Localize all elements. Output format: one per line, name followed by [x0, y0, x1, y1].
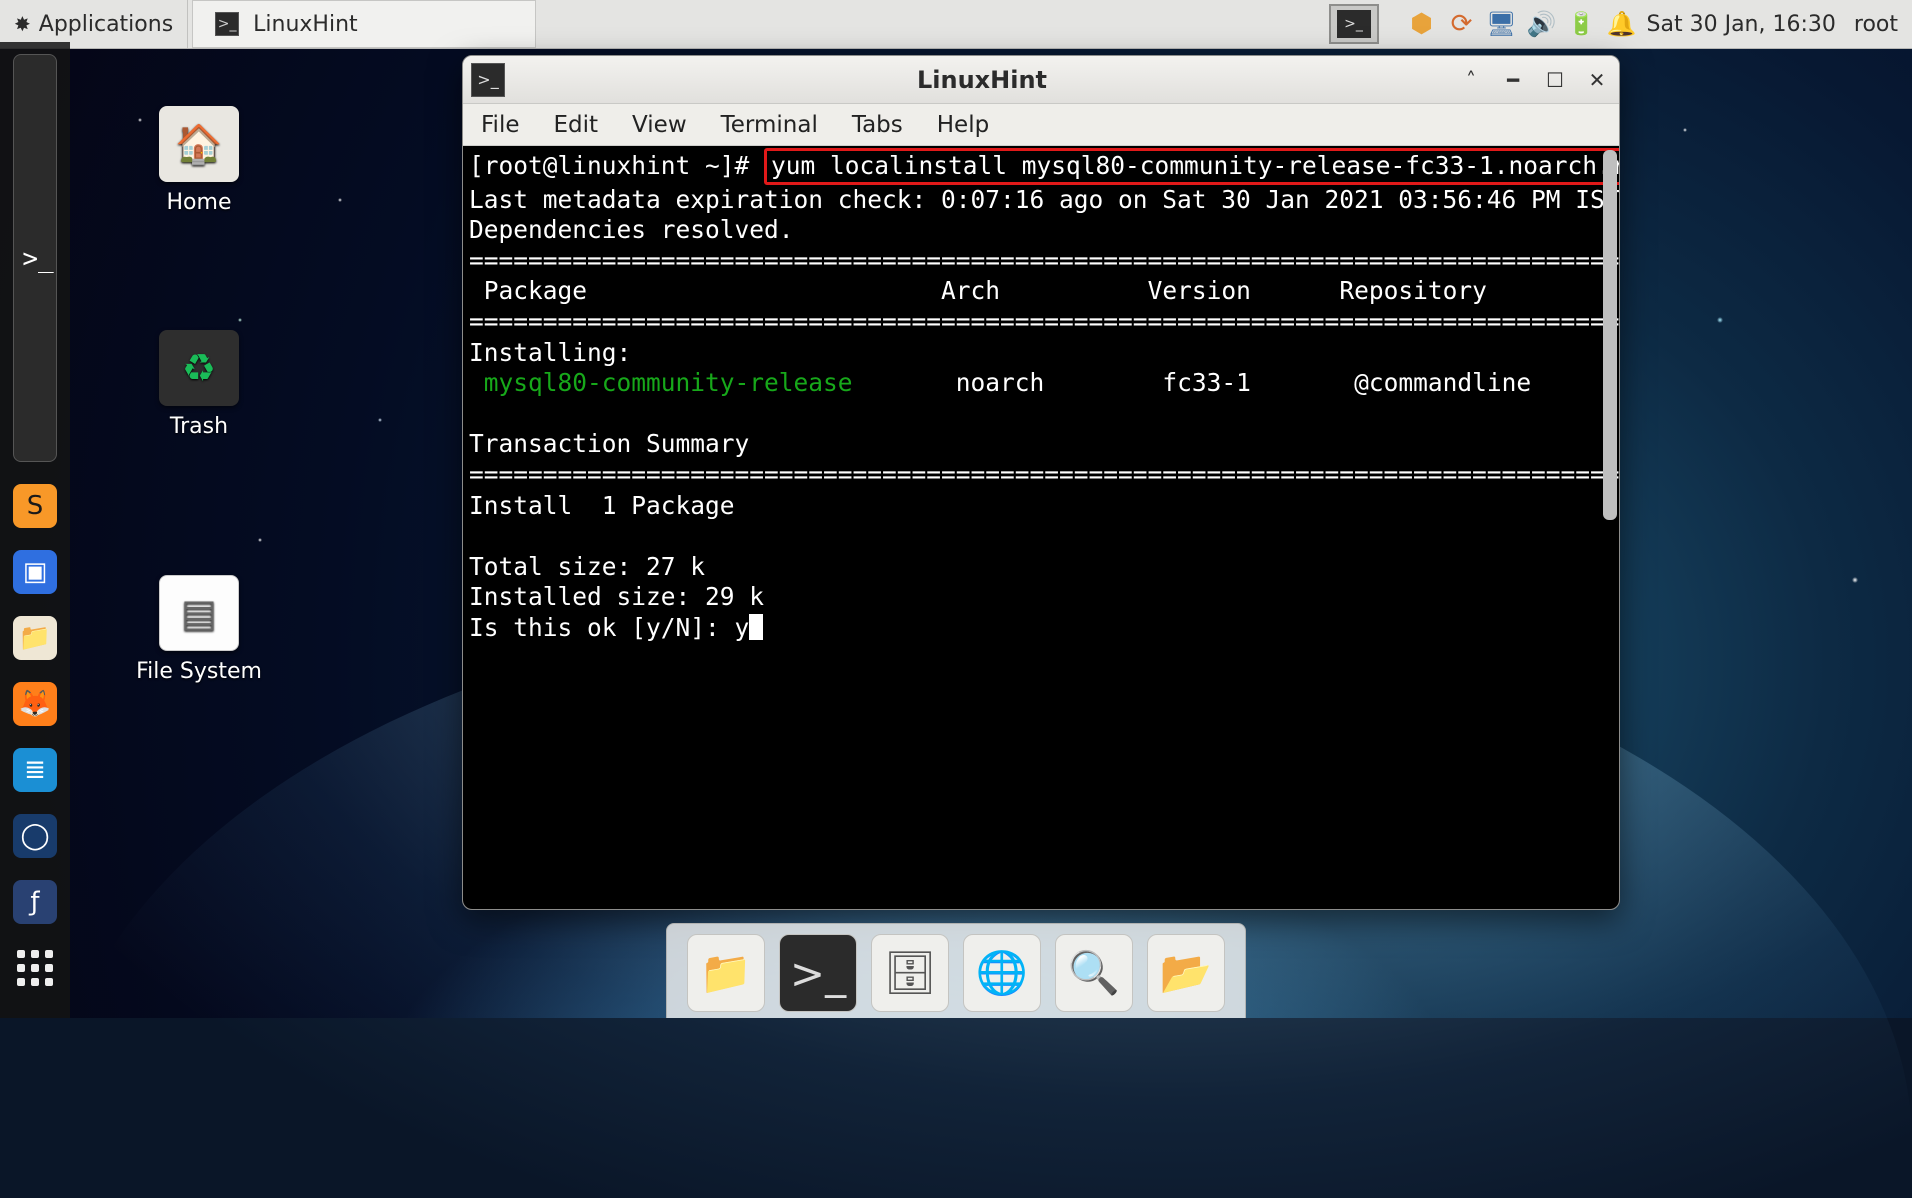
applications-label: Applications	[39, 12, 173, 37]
terminal-command-highlight: yum localinstall mysql80-community-relea…	[764, 148, 1619, 185]
menu-terminal[interactable]: Terminal	[721, 112, 818, 138]
dock-folder[interactable]: 📂	[1147, 934, 1225, 1012]
volume-icon[interactable]: 🔊	[1527, 9, 1557, 39]
terminal-rule: ========================================…	[469, 246, 1619, 275]
col-repo: Repository	[1339, 276, 1487, 305]
col-package: Package	[484, 276, 587, 305]
dock-sublime[interactable]: S	[13, 484, 57, 528]
terminal-window: >_ LinuxHint ˄ ━ ☐ ✕ File Edit View Term…	[462, 55, 1620, 910]
app-grid-button[interactable]	[13, 946, 57, 990]
menu-file[interactable]: File	[481, 112, 520, 138]
terminal-icon: >_	[215, 12, 239, 36]
package-arch: noarch	[956, 368, 1045, 397]
total-size-line: Total size: 27 k	[469, 552, 705, 581]
dock-writer[interactable]: ≣	[13, 748, 57, 792]
home-folder-icon: 🏠	[159, 106, 239, 182]
terminal-icon: >_	[1337, 10, 1371, 38]
display-icon[interactable]: 🖥	[1487, 9, 1517, 39]
sync-icon[interactable]: ⟳	[1447, 9, 1477, 39]
terminal-prompt: [root@linuxhint ~]#	[469, 151, 749, 180]
applications-icon: ✸	[14, 12, 31, 36]
terminal-rule: ========================================…	[469, 307, 1619, 336]
terminal-line: Dependencies resolved.	[469, 215, 794, 244]
terminal-cursor	[749, 614, 763, 640]
bottom-dock: 📁 >_ 🗄 🌐 🔍 📂	[666, 923, 1246, 1018]
menu-view[interactable]: View	[632, 112, 687, 138]
dock-terminal[interactable]: >_	[13, 54, 57, 462]
notifications-icon[interactable]: 🔔	[1607, 9, 1637, 39]
window-close-button[interactable]: ✕	[1583, 66, 1611, 94]
dock-disks[interactable]: 🗄	[871, 934, 949, 1012]
trash-icon: ♻	[159, 330, 239, 406]
installing-label: Installing:	[469, 338, 631, 367]
window-shade-button[interactable]: ˄	[1457, 66, 1485, 94]
terminal-rule: ========================================…	[469, 460, 1619, 489]
desktop-icon-label: Home	[124, 190, 274, 215]
window-title: LinuxHint	[515, 66, 1449, 94]
confirm-prompt: Is this ok [y/N]:	[469, 613, 735, 642]
applications-menu[interactable]: ✸ Applications	[0, 0, 187, 48]
menu-tabs[interactable]: Tabs	[852, 112, 903, 138]
transaction-summary-label: Transaction Summary	[469, 429, 749, 458]
dock-web-browser[interactable]: 🌐	[963, 934, 1041, 1012]
package-name: mysql80-community-release	[484, 368, 853, 397]
dock-documents[interactable]: 📁	[687, 934, 765, 1012]
package-version: fc33-1	[1162, 368, 1251, 397]
window-app-icon: >_	[471, 63, 505, 97]
drive-icon: ▤	[159, 575, 239, 651]
package-repo: @commandline	[1354, 368, 1531, 397]
terminal-menubar: File Edit View Terminal Tabs Help	[463, 104, 1619, 146]
taskbar-item-terminal[interactable]: >_ LinuxHint	[192, 0, 536, 48]
col-version: Version	[1148, 276, 1251, 305]
installed-size-line: Installed size: 29 k	[469, 582, 764, 611]
window-maximize-button[interactable]: ☐	[1541, 66, 1569, 94]
left-dock: >_ S ▣ 📁 🦊 ≣ ◯ ƒ	[0, 42, 70, 1018]
terminal-line: Last metadata expiration check: 0:07:16 …	[469, 185, 1619, 214]
dock-terminal-bottom[interactable]: >_	[779, 934, 857, 1012]
dock-screenshot[interactable]: ▣	[13, 550, 57, 594]
clock[interactable]: Sat 30 Jan, 16:30	[1647, 12, 1836, 37]
menu-edit[interactable]: Edit	[554, 112, 599, 138]
package-updates-icon[interactable]: ⬢	[1407, 9, 1437, 39]
col-arch: Arch	[941, 276, 1000, 305]
terminal-scrollbar[interactable]	[1603, 150, 1617, 520]
dock-files[interactable]: 📁	[13, 616, 57, 660]
taskbar-item-label: LinuxHint	[253, 12, 358, 37]
battery-icon[interactable]: 🔋	[1567, 9, 1597, 39]
menu-help[interactable]: Help	[937, 112, 989, 138]
desktop-icon-home[interactable]: 🏠 Home	[124, 106, 274, 215]
quick-terminal-button[interactable]: >_	[1329, 4, 1379, 44]
window-minimize-button[interactable]: ━	[1499, 66, 1527, 94]
install-count-line: Install 1 Package	[469, 491, 735, 520]
system-tray: >_ ⬢ ⟳ 🖥 🔊 🔋 🔔 Sat 30 Jan, 16:30 root	[1329, 0, 1912, 48]
desktop-icon-label: File System	[124, 659, 274, 684]
top-panel: ✸ Applications >_ LinuxHint >_ ⬢ ⟳ 🖥 🔊 🔋…	[0, 0, 1912, 49]
desktop-icon-label: Trash	[124, 414, 274, 439]
dock-virtualbox[interactable]: ◯	[13, 814, 57, 858]
user-label[interactable]: root	[1854, 12, 1898, 37]
window-titlebar[interactable]: >_ LinuxHint ˄ ━ ☐ ✕	[463, 56, 1619, 104]
terminal-output[interactable]: [root@linuxhint ~]# yum localinstall mys…	[463, 146, 1619, 909]
desktop-icon-trash[interactable]: ♻ Trash	[124, 330, 274, 439]
desktop-icon-filesystem[interactable]: ▤ File System	[124, 575, 274, 684]
panel-separator	[187, 0, 188, 48]
dock-fedora[interactable]: ƒ	[13, 880, 57, 924]
dock-firefox[interactable]: 🦊	[13, 682, 57, 726]
confirm-input: y	[735, 613, 750, 642]
dock-search[interactable]: 🔍	[1055, 934, 1133, 1012]
